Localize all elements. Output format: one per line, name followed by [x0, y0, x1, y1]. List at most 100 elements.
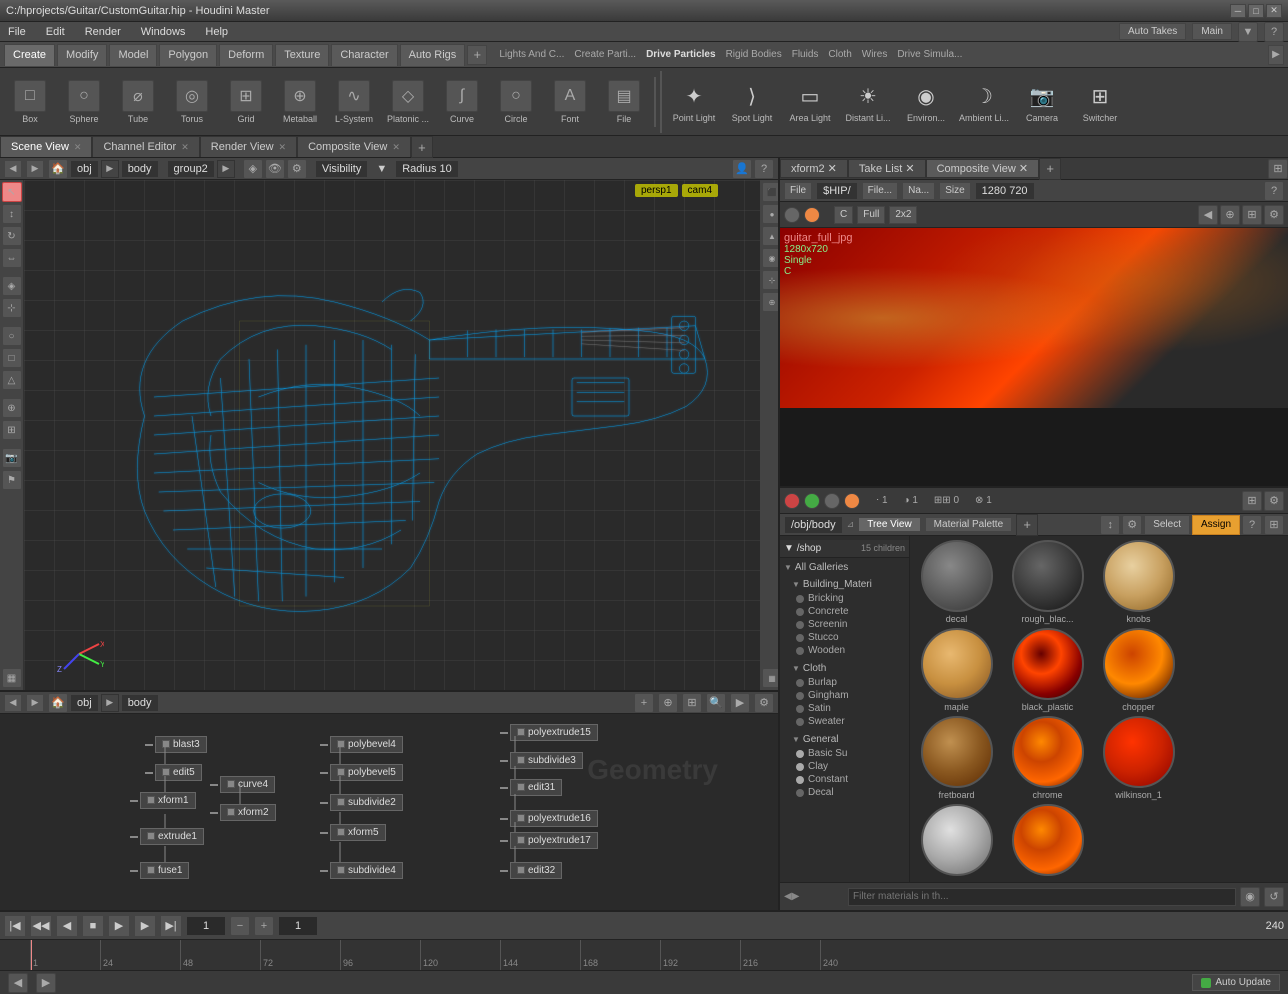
dop-button[interactable]: △ [2, 370, 22, 390]
node-fuse1[interactable]: fuse1 [130, 862, 189, 879]
vp-settings-icon[interactable]: ⚙ [287, 159, 307, 179]
tree-item-screenin[interactable]: Screenin [780, 618, 909, 631]
node-polyextrude16-box[interactable]: polyextrude16 [510, 810, 598, 827]
transform-button[interactable]: ↕ [2, 204, 22, 224]
menu-file[interactable]: File [4, 25, 30, 39]
right-tab-xform2[interactable]: xform2 ✕ [780, 159, 848, 178]
ne-back-button[interactable]: ◀ [4, 694, 22, 712]
node-subdivide2-box[interactable]: subdivide2 [330, 794, 403, 811]
render-size-btn[interactable]: Size [939, 182, 970, 200]
tree-item-satin[interactable]: Satin [780, 702, 909, 715]
node-subdivide3-box[interactable]: subdivide3 [510, 752, 583, 769]
node-blast3-box[interactable]: blast3 [155, 736, 207, 753]
node-extrude1[interactable]: extrude1 [130, 828, 204, 845]
mat-assign-button[interactable]: Assign [1192, 515, 1240, 535]
tree-item-constant[interactable]: Constant [780, 773, 909, 786]
vp-question-icon[interactable]: ? [754, 159, 774, 179]
node-xform1[interactable]: xform1 [130, 792, 196, 809]
mat-orange-btn[interactable] [844, 493, 860, 509]
vp-back-button[interactable]: ◀ [4, 160, 22, 178]
node-subdivide4-box[interactable]: subdivide4 [330, 862, 403, 879]
node-subdivide3[interactable]: subdivide3 [500, 752, 583, 769]
render-orange-btn[interactable] [804, 207, 820, 223]
camera2-button[interactable]: 📷 [2, 448, 22, 468]
vp-radius-display[interactable]: Radius 10 [395, 160, 459, 178]
render-file-browse-btn[interactable]: File... [862, 182, 898, 200]
help-icon[interactable]: ? [1264, 22, 1284, 42]
tool-sphere[interactable]: ○ Sphere [58, 71, 110, 133]
mat-grey-btn2[interactable] [824, 493, 840, 509]
node-polyextrude15-box[interactable]: polyextrude15 [510, 724, 598, 741]
all-galleries-header[interactable]: ▼ All Galleries [780, 560, 909, 575]
mat-item-maple[interactable]: maple [914, 628, 999, 712]
light-point[interactable]: ✦ Point Light [666, 73, 722, 131]
tl-plus-btn[interactable]: + [254, 916, 274, 936]
status-icon2[interactable]: ▶ [36, 973, 56, 993]
status-icon1[interactable]: ◀ [8, 973, 28, 993]
tool-curve[interactable]: ∫ Curve [436, 71, 488, 133]
tl-stop-btn[interactable]: ■ [82, 915, 104, 937]
tool-torus[interactable]: ◎ Torus [166, 71, 218, 133]
mat-header-icon2[interactable]: ⚙ [1122, 515, 1142, 535]
vp-group-display[interactable]: group2 [167, 160, 215, 178]
vp-sidebar-btn3[interactable]: ▲ [762, 226, 778, 246]
tl-end-frame[interactable] [278, 916, 318, 936]
node-polyextrude17[interactable]: polyextrude17 [500, 832, 598, 849]
ne-search-button[interactable]: 🔍 [706, 693, 726, 713]
node-edit32-box[interactable]: edit32 [510, 862, 562, 879]
vp-path-obj[interactable]: obj [70, 160, 99, 178]
select-tool-button[interactable]: ↖ [2, 182, 22, 202]
shelf-add-button[interactable]: + [467, 45, 487, 65]
vp-select-icon[interactable]: ◈ [243, 159, 263, 179]
tree-item-wooden[interactable]: Wooden [780, 644, 909, 657]
maximize-button[interactable]: □ [1248, 4, 1264, 18]
vp-sidebar-btn2[interactable]: ● [762, 204, 778, 224]
cam4-label[interactable]: cam4 [682, 184, 718, 197]
node-xform5-box[interactable]: xform5 [330, 824, 386, 841]
tl-end-btn[interactable]: ▶| [160, 915, 182, 937]
render-name-btn[interactable]: Na... [902, 182, 935, 200]
shelf-tab-texture[interactable]: Texture [275, 44, 329, 66]
close-render-view[interactable]: ✕ [279, 142, 287, 153]
render-hip-path[interactable]: $HIP/ [816, 182, 858, 200]
node-extrude1-box[interactable]: extrude1 [140, 828, 204, 845]
mat-item-fretboard[interactable]: fretboard [914, 716, 999, 800]
ne-plus-button[interactable]: + [634, 693, 654, 713]
shelf-tab-modify[interactable]: Modify [57, 44, 107, 66]
menu-edit[interactable]: Edit [42, 25, 69, 39]
menu-render[interactable]: Render [81, 25, 125, 39]
mat-tab-tree[interactable]: Tree View [858, 517, 920, 532]
ne-settings-button[interactable]: ⚙ [754, 693, 774, 713]
mat-question-icon[interactable]: ? [1242, 515, 1262, 535]
tree-item-burlap[interactable]: Burlap [780, 676, 909, 689]
render-tb2-icon3[interactable]: ⊞ [1242, 205, 1262, 225]
mat-add-tab[interactable]: + [1016, 514, 1038, 536]
node-polyextrude17-box[interactable]: polyextrude17 [510, 832, 598, 849]
cloth-header[interactable]: ▼ Cloth [780, 661, 909, 676]
ne-home-icon[interactable]: 🏠 [48, 693, 68, 713]
minimize-button[interactable]: ─ [1230, 4, 1246, 18]
node-fuse1-box[interactable]: fuse1 [140, 862, 189, 879]
shelf-scroll-right[interactable]: ▶ [1268, 45, 1284, 65]
light-camera[interactable]: 📷 Camera [1014, 73, 1070, 131]
ne-path-arrow[interactable]: ▶ [101, 694, 119, 712]
vp-path-body[interactable]: body [121, 160, 159, 178]
node-polyextrude16[interactable]: polyextrude16 [500, 810, 598, 827]
node-edit31[interactable]: edit31 [500, 779, 562, 796]
tl-step-back-btn[interactable]: ◀ [56, 915, 78, 937]
mat-item-chrome[interactable]: chrome [1005, 716, 1090, 800]
node-edit32[interactable]: edit32 [500, 862, 562, 879]
tl-start-btn[interactable]: |◀ [4, 915, 26, 937]
shelf-tab-model[interactable]: Model [109, 44, 157, 66]
render-question-icon[interactable]: ? [1264, 181, 1284, 201]
tab-render-view[interactable]: Render View ✕ [200, 136, 297, 157]
ne-layout-button[interactable]: ⊞ [682, 693, 702, 713]
filter-scroll-arrows[interactable]: ◀▶ [784, 891, 844, 902]
node-edit31-box[interactable]: edit31 [510, 779, 562, 796]
building-header[interactable]: ▼ Building_Materi [780, 577, 909, 592]
vp-home-icon[interactable]: 🏠 [48, 159, 68, 179]
shelf-tab-auto-rigs[interactable]: Auto Rigs [400, 44, 466, 66]
grid2-button[interactable]: ⊞ [2, 420, 22, 440]
ne-path-obj[interactable]: obj [70, 694, 99, 712]
tree-item-basic-su[interactable]: Basic Su [780, 747, 909, 760]
